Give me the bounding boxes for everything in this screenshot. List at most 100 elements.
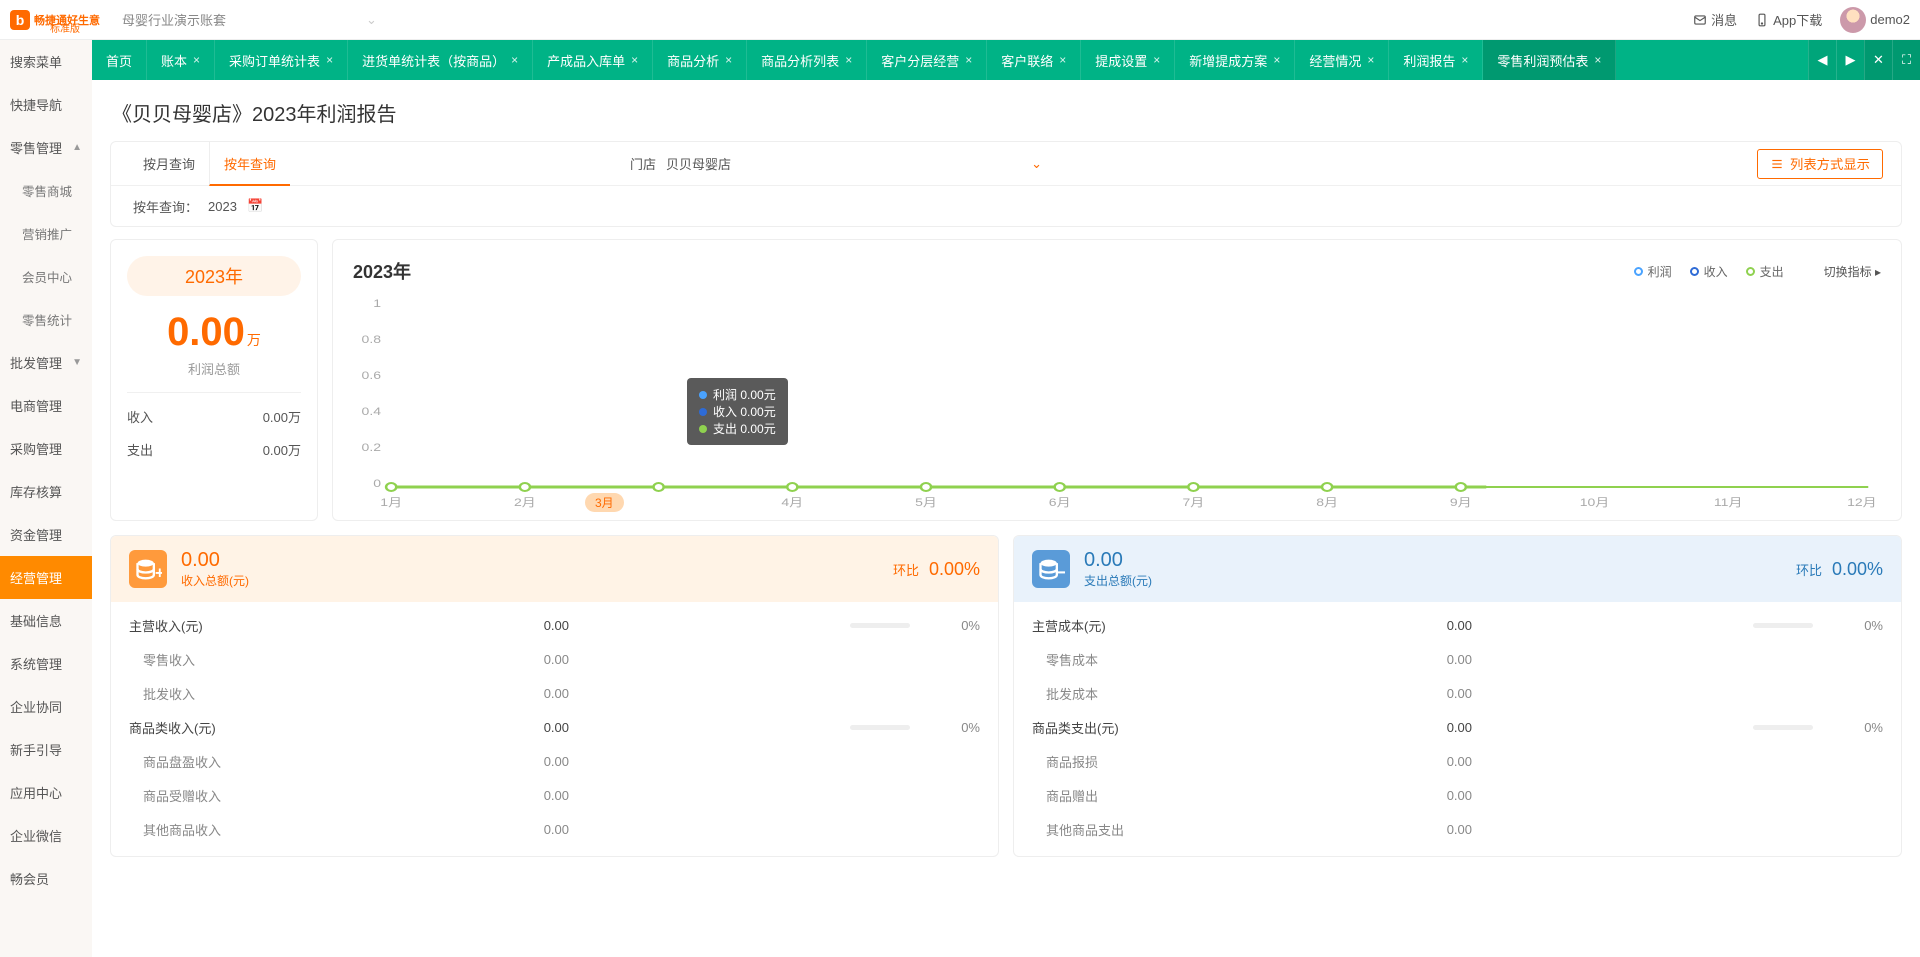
list-row: 商品盘盈收入0.00: [129, 744, 980, 778]
sidebar-item-wholesale[interactable]: 批发管理▼: [0, 341, 92, 384]
income-label: 收入总额(元): [181, 572, 249, 589]
close-icon[interactable]: ×: [845, 53, 852, 67]
close-icon[interactable]: ×: [1367, 53, 1374, 67]
row-value: 0.00: [1252, 754, 1472, 769]
messages-button[interactable]: 消息: [1693, 10, 1737, 29]
row-name: 其他商品支出: [1032, 820, 1252, 839]
tabs-close-all[interactable]: ✕: [1864, 40, 1892, 80]
close-icon[interactable]: ×: [1273, 53, 1280, 67]
sidebar-item-search[interactable]: 搜索菜单: [0, 40, 92, 83]
tab-label: 进货单统计表（按商品）: [362, 51, 505, 70]
svg-text:5月: 5月: [915, 496, 937, 508]
row-name: 主营收入(元): [129, 616, 349, 635]
user-menu[interactable]: demo2: [1840, 7, 1910, 33]
store-label: 门店: [630, 154, 656, 173]
close-icon[interactable]: ×: [326, 53, 333, 67]
tab-item[interactable]: 商品分析列表×: [747, 40, 867, 80]
triangle-down-icon: ▼: [72, 357, 82, 368]
legend-profit[interactable]: 利润: [1634, 263, 1672, 280]
tab-label: 采购订单统计表: [229, 51, 320, 70]
close-icon[interactable]: ×: [193, 53, 200, 67]
tab-item[interactable]: 零售利润预估表×: [1483, 40, 1616, 80]
app-download-button[interactable]: App下载: [1755, 10, 1822, 29]
switch-indicator[interactable]: 切换指标 ▸: [1824, 263, 1881, 280]
close-icon[interactable]: ×: [1461, 53, 1468, 67]
close-icon[interactable]: ×: [1153, 53, 1160, 67]
list-row: 主营收入(元)0.000%: [129, 608, 980, 642]
svg-text:12月: 12月: [1847, 496, 1877, 508]
tab-item[interactable]: 利润报告×: [1389, 40, 1483, 80]
row-value: 0.00: [1252, 618, 1472, 633]
sidebar-item-purchase[interactable]: 采购管理: [0, 427, 92, 470]
tab-item[interactable]: 客户联络×: [987, 40, 1081, 80]
summary-card: 2023年 0.00万 利润总额 收入0.00万 支出0.00万: [110, 239, 318, 521]
tab-item[interactable]: 客户分层经营×: [867, 40, 987, 80]
sidebar-item-vip[interactable]: 畅会员: [0, 857, 92, 900]
tab-item[interactable]: 商品分析×: [653, 40, 747, 80]
chart-area[interactable]: 10.80.60.40.20 1月2月4月5月6月7月8月9月10月11月12月…: [353, 292, 1881, 512]
legend-income[interactable]: 收入: [1690, 263, 1728, 280]
close-icon[interactable]: ×: [631, 53, 638, 67]
svg-text:2月: 2月: [514, 496, 536, 508]
row-name: 商品类收入(元): [129, 718, 349, 737]
list-view-button[interactable]: 列表方式显示: [1757, 149, 1883, 179]
message-icon: [1693, 13, 1707, 27]
store-selector[interactable]: 门店 贝贝母婴店 ⌄: [630, 154, 1042, 173]
sidebar-item-apps[interactable]: 应用中心: [0, 771, 92, 814]
tab-item[interactable]: 提成设置×: [1081, 40, 1175, 80]
sidebar-item-member[interactable]: 会员中心: [0, 255, 92, 298]
tab-item[interactable]: 首页: [92, 40, 147, 80]
sidebar-item-finance[interactable]: 资金管理: [0, 513, 92, 556]
tab-item[interactable]: 账本×: [147, 40, 215, 80]
row-pct: 0%: [930, 618, 980, 633]
svg-text:8月: 8月: [1316, 496, 1338, 508]
sidebar-item-basic[interactable]: 基础信息: [0, 599, 92, 642]
seg-month[interactable]: 按月查询: [129, 142, 209, 186]
chart-tooltip: 利润 0.00元 收入 0.00元 支出 0.00元: [687, 378, 788, 445]
close-icon[interactable]: ×: [511, 53, 518, 67]
svg-text:1月: 1月: [380, 496, 402, 508]
tab-item[interactable]: 产成品入库单×: [533, 40, 653, 80]
tenant-selector[interactable]: 母婴行业演示账套 ⌄: [122, 10, 1693, 29]
bar-track: [1753, 725, 1813, 730]
tab-item[interactable]: 进货单统计表（按商品） ×: [348, 40, 533, 80]
sidebar-item-guide[interactable]: 新手引导: [0, 728, 92, 771]
sidebar-item-ecommerce[interactable]: 电商管理: [0, 384, 92, 427]
seg-year[interactable]: 按年查询: [209, 142, 290, 186]
filter-panel: 按月查询 按年查询 门店 贝贝母婴店 ⌄ 列表方式显示 按年查: [110, 141, 1902, 227]
sidebar-item-system[interactable]: 系统管理: [0, 642, 92, 685]
sidebar-item-wecom[interactable]: 企业微信: [0, 814, 92, 857]
sidebar-item-retail[interactable]: 零售管理▲: [0, 126, 92, 169]
sidebar-item-quicknav[interactable]: 快捷导航: [0, 83, 92, 126]
expense-list: 主营成本(元)0.000%零售成本0.00批发成本0.00商品类支出(元)0.0…: [1014, 602, 1901, 856]
close-icon[interactable]: ×: [1594, 53, 1601, 67]
row-name: 批发收入: [129, 684, 349, 703]
chevron-down-icon: ⌄: [366, 12, 377, 28]
profit-total-unit: 万: [247, 332, 261, 348]
sidebar-item-marketing[interactable]: 营销推广: [0, 212, 92, 255]
tab-item[interactable]: 经营情况×: [1295, 40, 1389, 80]
top-actions: 消息 App下载 demo2: [1693, 7, 1910, 33]
row-name: 商品报损: [1032, 752, 1252, 771]
close-icon[interactable]: ×: [1059, 53, 1066, 67]
sidebar-item-retail-stats[interactable]: 零售统计: [0, 298, 92, 341]
sidebar-item-retail-mall[interactable]: 零售商城: [0, 169, 92, 212]
close-icon[interactable]: ×: [965, 53, 972, 67]
close-icon[interactable]: ×: [725, 53, 732, 67]
svg-text:10月: 10月: [1580, 496, 1610, 508]
logo-area: b 畅捷通好生意 标准版: [10, 4, 102, 35]
row-value: 0.00: [1252, 686, 1472, 701]
tab-item[interactable]: 新增提成方案×: [1175, 40, 1295, 80]
income-amount: 0.00: [181, 549, 249, 572]
tab-item[interactable]: 采购订单统计表 ×: [215, 40, 348, 80]
sidebar-item-inventory[interactable]: 库存核算: [0, 470, 92, 513]
tabs-fullscreen[interactable]: ⛶: [1892, 40, 1920, 80]
sidebar-item-collab[interactable]: 企业协同: [0, 685, 92, 728]
calendar-icon[interactable]: 📅: [247, 198, 263, 214]
tabs-scroll-left[interactable]: ◀: [1808, 40, 1836, 80]
sidebar-item-operation[interactable]: 经营管理: [0, 556, 92, 599]
tabs-scroll-right[interactable]: ▶: [1836, 40, 1864, 80]
list-row: 批发收入0.00: [129, 676, 980, 710]
year-query-value[interactable]: 2023: [208, 199, 237, 214]
legend-expense[interactable]: 支出: [1746, 263, 1784, 280]
